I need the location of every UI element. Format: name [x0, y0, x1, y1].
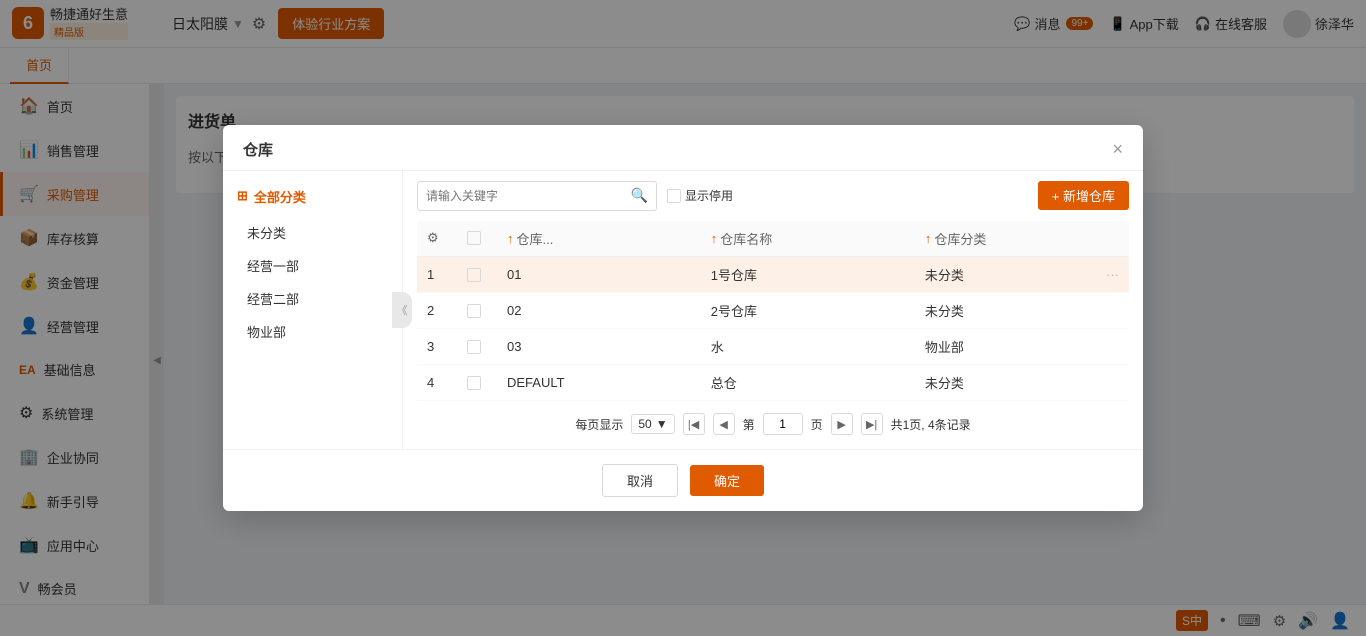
- next-page-button[interactable]: ▶: [831, 413, 853, 435]
- col-code: ↑ 仓库...: [497, 221, 701, 257]
- table-panel: 🔍 显示停用 + 新增仓库 ⚙: [403, 171, 1143, 450]
- col-code-label: 仓库...: [517, 229, 554, 248]
- all-categories-button[interactable]: ⊞ 全部分类: [223, 181, 402, 216]
- all-categories-label: 全部分类: [254, 187, 306, 206]
- col-checkbox: [457, 221, 497, 257]
- page-unit: 页: [811, 416, 823, 433]
- col-name-sort-icon: ↑: [711, 231, 718, 246]
- row-num: 4: [417, 365, 457, 401]
- row-checkbox-cell[interactable]: [457, 365, 497, 401]
- row-name: 2号仓库: [701, 293, 915, 329]
- row-checkbox[interactable]: [467, 304, 481, 318]
- row-checkbox-cell[interactable]: [457, 256, 497, 293]
- row-name: 1号仓库: [701, 256, 915, 293]
- row-category: 未分类: [915, 365, 1129, 401]
- col-code-sort-icon: ↑: [507, 231, 514, 246]
- grid-icon: ⊞: [237, 188, 248, 204]
- col-category-label: 仓库分类: [934, 229, 986, 248]
- row-checkbox[interactable]: [467, 340, 481, 354]
- first-page-button[interactable]: |◀: [683, 413, 705, 435]
- table-row[interactable]: 2 02 2号仓库 未分类: [417, 293, 1129, 329]
- last-page-button[interactable]: ▶|: [861, 413, 883, 435]
- row-category: 物业部: [915, 329, 1129, 365]
- select-chevron-icon: ▼: [656, 417, 668, 431]
- add-warehouse-button[interactable]: + 新增仓库: [1038, 181, 1129, 210]
- col-settings: ⚙: [417, 221, 457, 257]
- search-icon[interactable]: 🔍: [631, 187, 648, 204]
- table-row[interactable]: 4 DEFAULT 总仓 未分类: [417, 365, 1129, 401]
- row-name: 水: [701, 329, 915, 365]
- col-category: ↑ 仓库分类: [915, 221, 1129, 257]
- page-number-input[interactable]: [763, 413, 803, 435]
- modal-footer: 取消 确定: [223, 449, 1143, 511]
- warehouse-table: ⚙ ↑ 仓库...: [417, 221, 1129, 402]
- col-category-sort-icon: ↑: [925, 231, 932, 246]
- show-disabled-checkbox[interactable]: [667, 189, 681, 203]
- col-name-label: 仓库名称: [720, 229, 772, 248]
- modal-overlay: 仓库 × ⊞ 全部分类 未分类 经营一部 经营二部: [0, 0, 1366, 636]
- row-code: 02: [497, 293, 701, 329]
- category-item-dept2[interactable]: 经营二部: [223, 282, 402, 315]
- category-item-dept1[interactable]: 经营一部: [223, 249, 402, 282]
- modal-body: ⊞ 全部分类 未分类 经营一部 经营二部 物业部 《: [223, 171, 1143, 450]
- total-info: 共1页, 4条记录: [891, 416, 971, 433]
- row-checkbox-cell[interactable]: [457, 329, 497, 365]
- cancel-button[interactable]: 取消: [602, 464, 678, 497]
- row-code: DEFAULT: [497, 365, 701, 401]
- row-category: 未分类 ···: [915, 257, 1129, 293]
- row-category: 未分类: [915, 293, 1129, 329]
- panel-collapse-arrow[interactable]: 《: [392, 292, 412, 328]
- row-checkbox[interactable]: [467, 376, 481, 390]
- row-checkbox[interactable]: [467, 268, 481, 282]
- modal-title: 仓库: [243, 139, 273, 160]
- table-settings-icon[interactable]: ⚙: [427, 230, 439, 245]
- table-toolbar: 🔍 显示停用 + 新增仓库: [417, 181, 1129, 211]
- row-num: 1: [417, 256, 457, 293]
- row-num: 2: [417, 293, 457, 329]
- table-row[interactable]: 1 01 1号仓库 未分类 ···: [417, 256, 1129, 293]
- row-actions-icon[interactable]: ···: [1106, 267, 1119, 282]
- category-item-uncategorized[interactable]: 未分类: [223, 216, 402, 249]
- per-page-label: 每页显示: [575, 416, 623, 433]
- modal-close-button[interactable]: ×: [1112, 140, 1123, 158]
- show-disabled-checkbox-label[interactable]: 显示停用: [667, 187, 733, 204]
- warehouse-modal: 仓库 × ⊞ 全部分类 未分类 经营一部 经营二部: [223, 125, 1143, 512]
- prev-page-button[interactable]: ◀: [713, 413, 735, 435]
- row-code: 03: [497, 329, 701, 365]
- show-disabled-label: 显示停用: [685, 187, 733, 204]
- confirm-button[interactable]: 确定: [690, 465, 764, 496]
- category-item-property[interactable]: 物业部: [223, 315, 402, 348]
- category-panel: ⊞ 全部分类 未分类 经营一部 经营二部 物业部 《: [223, 171, 403, 450]
- row-name: 总仓: [701, 365, 915, 401]
- row-code: 01: [497, 256, 701, 293]
- modal-header: 仓库 ×: [223, 125, 1143, 171]
- page-label: 第: [743, 416, 755, 433]
- search-box: 🔍: [417, 181, 657, 211]
- per-page-select[interactable]: 50 ▼: [631, 414, 674, 434]
- select-all-checkbox[interactable]: [467, 231, 481, 245]
- col-name: ↑ 仓库名称: [701, 221, 915, 257]
- row-checkbox-cell[interactable]: [457, 293, 497, 329]
- pagination-bar: 每页显示 50 ▼ |◀ ◀ 第 页 ▶ ▶| 共1页, 4条记录: [417, 401, 1129, 439]
- search-input[interactable]: [426, 189, 625, 203]
- row-num: 3: [417, 329, 457, 365]
- table-row[interactable]: 3 03 水 物业部: [417, 329, 1129, 365]
